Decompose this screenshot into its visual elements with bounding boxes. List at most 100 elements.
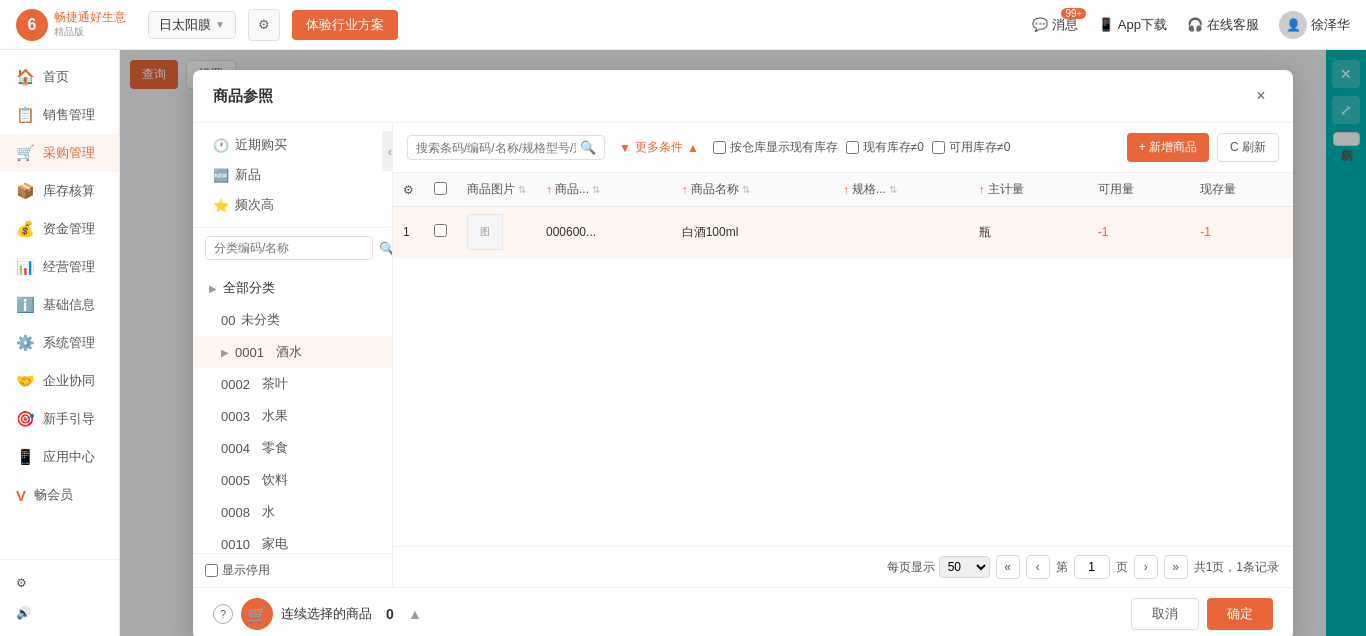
img-sort-icon: ⇅ bbox=[518, 184, 526, 195]
sidebar: 🏠 首页 📋 销售管理 🛒 采购管理 📦 库存核算 💰 资金管理 📊 经营管理 … bbox=[0, 50, 120, 636]
first-page-button[interactable]: « bbox=[996, 555, 1020, 579]
category-item-0005[interactable]: 0005 饮料 bbox=[193, 464, 392, 496]
mobile-icon: 📱 bbox=[1098, 17, 1114, 32]
code-sort-icon: ⇅ bbox=[592, 184, 600, 195]
sidebar-item-home[interactable]: 🏠 首页 bbox=[0, 58, 119, 96]
shortcut-new[interactable]: 🆕 新品 bbox=[205, 161, 380, 189]
collapse-button[interactable]: ‹‹ bbox=[382, 131, 393, 171]
category-item-0002[interactable]: 0002 茶叶 bbox=[193, 368, 392, 400]
category-search-icon[interactable]: 🔍 bbox=[379, 241, 393, 256]
th-check bbox=[424, 173, 457, 207]
online-service-nav-item[interactable]: 🎧 在线客服 bbox=[1187, 16, 1259, 34]
sidebar-item-members[interactable]: V 畅会员 bbox=[0, 476, 119, 514]
refresh-button[interactable]: C 刷新 bbox=[1217, 133, 1279, 162]
volume-icon: 🔊 bbox=[16, 606, 31, 620]
confirm-button[interactable]: 确定 bbox=[1207, 598, 1273, 630]
app-download-nav-item[interactable]: 📱 App下载 bbox=[1098, 16, 1167, 34]
cell-available: -1 bbox=[1088, 207, 1191, 258]
message-icon: 💬 bbox=[1032, 17, 1048, 32]
pagination-total: 共1页，1条记录 bbox=[1194, 559, 1279, 576]
shortcut-frequent[interactable]: ⭐ 频次高 bbox=[205, 191, 380, 219]
sidebar-item-apps[interactable]: 📱 应用中心 bbox=[0, 438, 119, 476]
category-item-0004[interactable]: 0004 零食 bbox=[193, 432, 392, 464]
sidebar-item-purchase[interactable]: 🛒 采购管理 bbox=[0, 134, 119, 172]
sidebar-volume-item[interactable]: 🔊 bbox=[0, 598, 119, 628]
product-reference-modal: 商品参照 × 🕐 近期购买 🆕 bbox=[193, 70, 1293, 636]
category-item-00[interactable]: 00 未分类 bbox=[193, 304, 392, 336]
category-search-input[interactable] bbox=[205, 236, 373, 260]
last-page-button[interactable]: » bbox=[1164, 555, 1188, 579]
toolbar-right: + 新增商品 C 刷新 bbox=[1127, 133, 1279, 162]
th-unit: ↑ 主计量 bbox=[969, 173, 1088, 207]
cell-unit: 瓶 bbox=[969, 207, 1088, 258]
current-stock-filter[interactable]: 现有库存≠0 bbox=[846, 139, 924, 156]
help-icon-button[interactable]: ? bbox=[213, 604, 233, 624]
add-product-button[interactable]: + 新增商品 bbox=[1127, 133, 1209, 162]
row-checkbox[interactable] bbox=[434, 224, 447, 237]
category-item-0008[interactable]: 0008 水 bbox=[193, 496, 392, 528]
th-gear: ⚙ bbox=[393, 173, 424, 207]
sidebar-item-system[interactable]: ⚙️ 系统管理 bbox=[0, 324, 119, 362]
cell-code: 000600... bbox=[536, 207, 672, 258]
warehouse-stock-filter[interactable]: 按仓库显示现有库存 bbox=[713, 139, 838, 156]
nav-selector[interactable]: 日太阳膜 ▼ bbox=[148, 11, 236, 39]
logo-icon: 6 bbox=[16, 9, 48, 41]
show-disabled-checkbox[interactable] bbox=[205, 564, 218, 577]
current-stock-checkbox[interactable] bbox=[846, 141, 859, 154]
collapse-icon[interactable]: ▲ bbox=[408, 606, 422, 622]
sidebar-item-basic-info[interactable]: ℹ️ 基础信息 bbox=[0, 286, 119, 324]
sidebar-settings-item[interactable]: ⚙ bbox=[0, 568, 119, 598]
message-badge: 99+ bbox=[1061, 8, 1085, 19]
category-panel: 🕐 近期购买 🆕 新品 ⭐ 频次高 bbox=[193, 123, 393, 587]
avatar: 👤 bbox=[1279, 11, 1307, 39]
th-name: ↑ 商品名称 ⇅ bbox=[672, 173, 833, 207]
show-disabled-area: 显示停用 bbox=[193, 553, 392, 587]
sidebar-item-sales[interactable]: 📋 销售管理 bbox=[0, 96, 119, 134]
category-item-0003[interactable]: 0003 水果 bbox=[193, 400, 392, 432]
modal-close-button[interactable]: × bbox=[1249, 84, 1273, 108]
filter-button[interactable]: ▼ 更多条件 ▲ bbox=[613, 135, 705, 160]
category-list: ▶ 全部分类 00 未分类 ▶ 0001 酒水 bbox=[193, 268, 392, 553]
trial-button[interactable]: 体验行业方案 bbox=[292, 10, 398, 40]
star-icon: ⭐ bbox=[213, 198, 229, 213]
sidebar-item-guide[interactable]: 🎯 新手引导 bbox=[0, 400, 119, 438]
search-icon[interactable]: 🔍 bbox=[580, 140, 596, 155]
product-table-wrap: ⚙ 商品图片 ⇅ bbox=[393, 173, 1293, 546]
logo-area: 6 畅捷通好生意 精品版 bbox=[16, 9, 136, 41]
category-item-0001[interactable]: ▶ 0001 酒水 bbox=[193, 336, 392, 368]
cell-check bbox=[424, 207, 457, 258]
available-stock-filter[interactable]: 可用库存≠0 bbox=[932, 139, 1010, 156]
column-settings-icon[interactable]: ⚙ bbox=[403, 183, 414, 197]
user-nav-item[interactable]: 👤 徐泽华 bbox=[1279, 11, 1350, 39]
warehouse-stock-checkbox[interactable] bbox=[713, 141, 726, 154]
cell-spec bbox=[833, 207, 969, 258]
cancel-button[interactable]: 取消 bbox=[1131, 598, 1199, 630]
show-disabled-label[interactable]: 显示停用 bbox=[205, 562, 380, 579]
table-row[interactable]: 1 图 000600... 白酒100ml bbox=[393, 207, 1293, 258]
product-search-input[interactable] bbox=[416, 141, 576, 155]
message-nav-item[interactable]: 💬 消息 99+ bbox=[1032, 16, 1078, 34]
expand-icon: ▶ bbox=[209, 283, 217, 294]
next-page-button[interactable]: › bbox=[1134, 555, 1158, 579]
headset-icon: 🎧 bbox=[1187, 17, 1203, 32]
category-item-0010[interactable]: 0010 家电 bbox=[193, 528, 392, 553]
sidebar-item-enterprise[interactable]: 🤝 企业协同 bbox=[0, 362, 119, 400]
sidebar-item-finance[interactable]: 💰 资金管理 bbox=[0, 210, 119, 248]
prev-page-button[interactable]: ‹ bbox=[1026, 555, 1050, 579]
page-number-input[interactable] bbox=[1074, 555, 1110, 579]
search-bar: 🔍 bbox=[407, 135, 605, 160]
continuous-label: 连续选择的商品 bbox=[281, 605, 372, 623]
nav-right: 💬 消息 99+ 📱 App下载 🎧 在线客服 👤 徐泽华 bbox=[1032, 11, 1350, 39]
modal-body: 🕐 近期购买 🆕 新品 ⭐ 频次高 bbox=[193, 123, 1293, 587]
gear-button[interactable]: ⚙ bbox=[248, 9, 280, 41]
clock-icon: 🕐 bbox=[213, 138, 229, 153]
sidebar-item-operations[interactable]: 📊 经营管理 bbox=[0, 248, 119, 286]
available-stock-checkbox[interactable] bbox=[932, 141, 945, 154]
sidebar-item-inventory[interactable]: 📦 库存核算 bbox=[0, 172, 119, 210]
page-size-dropdown[interactable]: 50 10 20 100 bbox=[939, 556, 990, 578]
select-all-checkbox[interactable] bbox=[434, 182, 447, 195]
category-all[interactable]: ▶ 全部分类 bbox=[193, 272, 392, 304]
main-layout: 🏠 首页 📋 销售管理 🛒 采购管理 📦 库存核算 💰 资金管理 📊 经营管理 … bbox=[0, 50, 1366, 636]
active-expand-icon: ▶ bbox=[221, 347, 229, 358]
shortcut-recent[interactable]: 🕐 近期购买 bbox=[205, 131, 380, 159]
